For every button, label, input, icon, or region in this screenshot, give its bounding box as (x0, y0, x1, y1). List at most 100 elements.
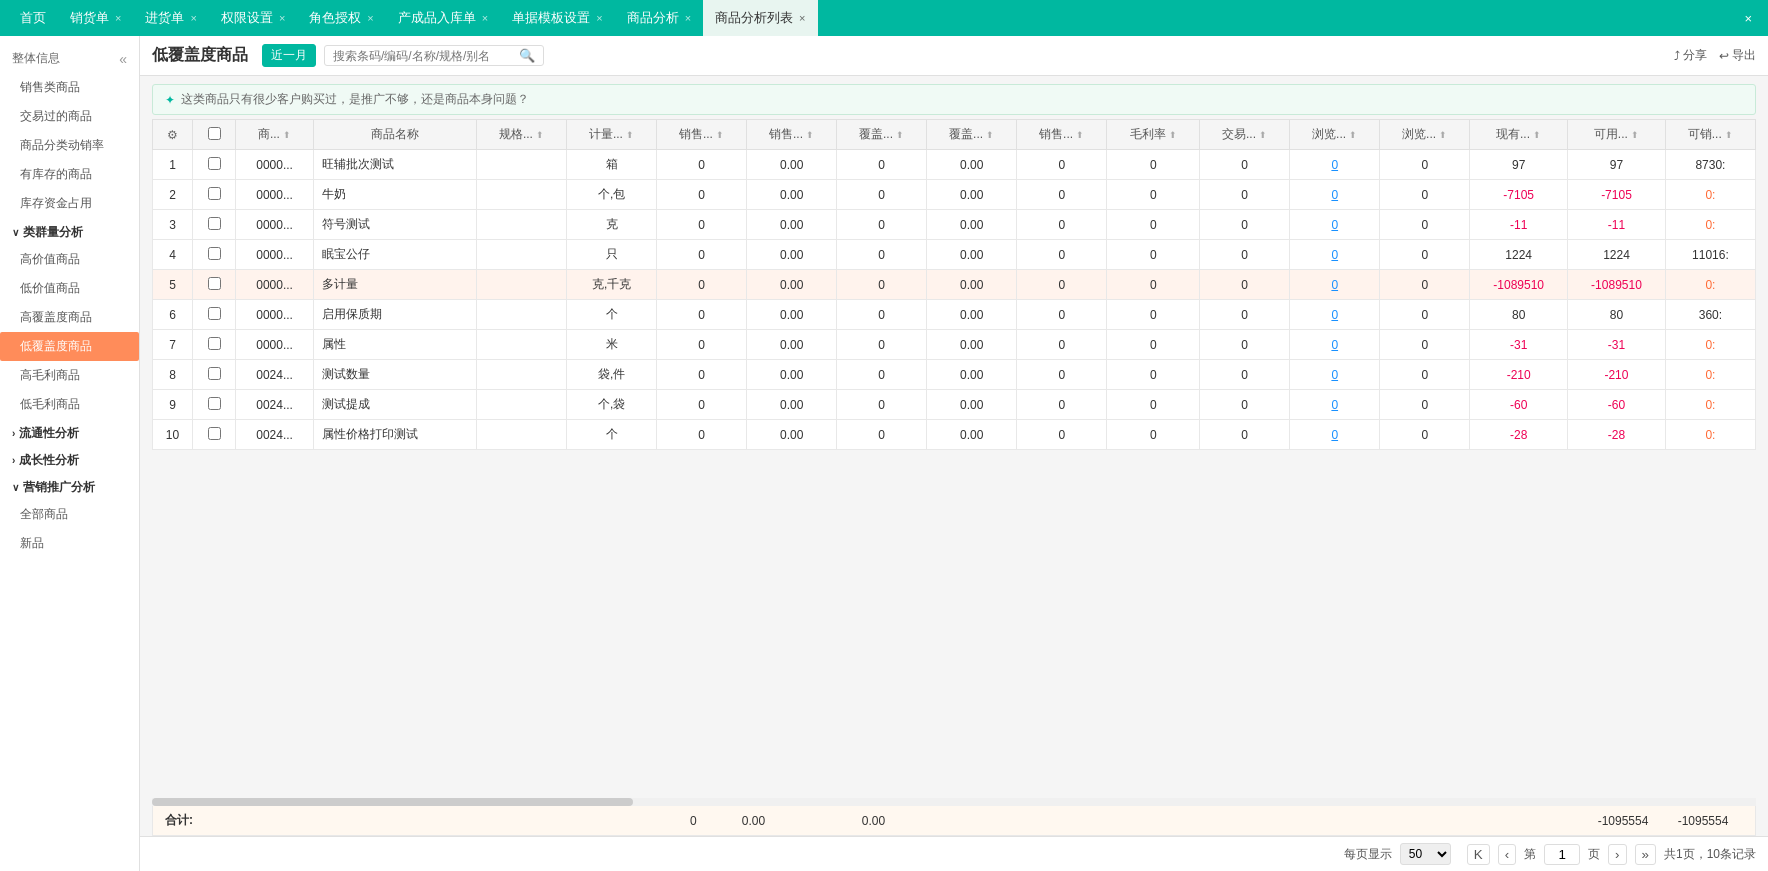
close-all-button[interactable]: × (1736, 11, 1760, 26)
row-checkbox[interactable] (193, 360, 236, 390)
row-checkbox[interactable] (193, 300, 236, 330)
nav-product-entry[interactable]: 产成品入库单 × (386, 0, 500, 36)
row-browse1[interactable]: 0 (1290, 210, 1380, 240)
column-trade[interactable]: 交易... ⬆ (1200, 120, 1290, 150)
time-filter-button[interactable]: 近一月 (262, 44, 316, 67)
sidebar-item-low-value[interactable]: 低价值商品 (0, 274, 139, 303)
sidebar-item-all-goods[interactable]: 全部商品 (0, 500, 139, 529)
column-spec[interactable]: 规格... ⬆ (477, 120, 567, 150)
column-available[interactable]: 可用... ⬆ (1568, 120, 1666, 150)
sidebar-item-category-rate[interactable]: 商品分类动销率 (0, 131, 139, 160)
row-select-checkbox[interactable] (208, 187, 221, 200)
last-page-button[interactable]: » (1635, 844, 1656, 865)
row-spec (477, 300, 567, 330)
sidebar-item-new-goods[interactable]: 新品 (0, 529, 139, 558)
row-browse1[interactable]: 0 (1290, 360, 1380, 390)
close-icon[interactable]: × (799, 12, 805, 24)
column-current[interactable]: 现有... ⬆ (1470, 120, 1568, 150)
nav-product-analysis-list[interactable]: 商品分析列表 × (703, 0, 817, 36)
export-button[interactable]: ↩ 导出 (1719, 47, 1756, 64)
close-icon[interactable]: × (367, 12, 373, 24)
sidebar-item-low-margin[interactable]: 低毛利商品 (0, 390, 139, 419)
close-icon[interactable]: × (685, 12, 691, 24)
close-icon[interactable]: × (190, 12, 196, 24)
row-browse1[interactable]: 0 (1290, 150, 1380, 180)
column-browse1[interactable]: 浏览... ⬆ (1290, 120, 1380, 150)
column-margin[interactable]: 毛利率 ⬆ (1107, 120, 1200, 150)
row-select-checkbox[interactable] (208, 367, 221, 380)
row-select-checkbox[interactable] (208, 337, 221, 350)
column-sellable[interactable]: 可销... ⬆ (1665, 120, 1755, 150)
close-icon[interactable]: × (482, 12, 488, 24)
sidebar-item-high-coverage[interactable]: 高覆盖度商品 (0, 303, 139, 332)
column-unit[interactable]: 计量... ⬆ (567, 120, 657, 150)
row-browse1[interactable]: 0 (1290, 180, 1380, 210)
scrollbar-thumb[interactable] (152, 798, 633, 806)
sidebar-section-marketing[interactable]: ∨ 营销推广分析 (0, 473, 139, 500)
horizontal-scrollbar[interactable] (152, 798, 1756, 806)
sidebar-section-cluster[interactable]: ∨ 类群量分析 (0, 218, 139, 245)
per-page-select[interactable]: 50 20 100 200 (1400, 843, 1451, 865)
sidebar-collapse-toggle[interactable]: 整体信息 « (0, 44, 139, 73)
column-settings-icon[interactable]: ⚙ (153, 120, 193, 150)
sidebar-item-high-margin[interactable]: 高毛利商品 (0, 361, 139, 390)
first-page-button[interactable]: K (1467, 844, 1490, 865)
row-browse1[interactable]: 0 (1290, 300, 1380, 330)
prev-page-button[interactable]: ‹ (1498, 844, 1516, 865)
nav-sales[interactable]: 销货单 × (58, 0, 133, 36)
row-checkbox[interactable] (193, 270, 236, 300)
close-icon[interactable]: × (279, 12, 285, 24)
column-cover1[interactable]: 覆盖... ⬆ (837, 120, 927, 150)
column-sales3[interactable]: 销售... ⬆ (1017, 120, 1107, 150)
row-checkbox[interactable] (193, 330, 236, 360)
column-code[interactable]: 商... ⬆ (236, 120, 314, 150)
column-name[interactable]: 商品名称 (313, 120, 476, 150)
row-browse1[interactable]: 0 (1290, 330, 1380, 360)
row-select-checkbox[interactable] (208, 277, 221, 290)
row-checkbox[interactable] (193, 150, 236, 180)
row-browse1[interactable]: 0 (1290, 420, 1380, 450)
sidebar-item-stocked-goods[interactable]: 有库存的商品 (0, 160, 139, 189)
close-icon[interactable]: × (596, 12, 602, 24)
column-browse2[interactable]: 浏览... ⬆ (1380, 120, 1470, 150)
nav-home[interactable]: 首页 (8, 0, 58, 36)
row-select-checkbox[interactable] (208, 397, 221, 410)
row-select-checkbox[interactable] (208, 157, 221, 170)
column-cover2[interactable]: 覆盖... ⬆ (927, 120, 1017, 150)
row-code: 0024... (236, 390, 314, 420)
sidebar-item-traded-goods[interactable]: 交易过的商品 (0, 102, 139, 131)
row-checkbox[interactable] (193, 390, 236, 420)
sidebar-section-flow[interactable]: › 流通性分析 (0, 419, 139, 446)
row-select-checkbox[interactable] (208, 427, 221, 440)
next-page-button[interactable]: › (1608, 844, 1626, 865)
sidebar-section-growth[interactable]: › 成长性分析 (0, 446, 139, 473)
row-checkbox[interactable] (193, 240, 236, 270)
row-checkbox[interactable] (193, 210, 236, 240)
row-select-checkbox[interactable] (208, 247, 221, 260)
nav-role[interactable]: 角色授权 × (297, 0, 385, 36)
row-browse1[interactable]: 0 (1290, 390, 1380, 420)
nav-permission[interactable]: 权限设置 × (209, 0, 297, 36)
row-select-checkbox[interactable] (208, 307, 221, 320)
row-browse2: 0 (1380, 270, 1470, 300)
nav-product-analysis[interactable]: 商品分析 × (615, 0, 703, 36)
sidebar-item-inventory-capital[interactable]: 库存资金占用 (0, 189, 139, 218)
table-wrapper[interactable]: ⚙ 商... ⬆ 商品名称 规格... ⬆ 计量... ⬆ 销售... ⬆ 销售… (152, 119, 1756, 798)
page-number-input[interactable] (1544, 844, 1580, 865)
row-select-checkbox[interactable] (208, 217, 221, 230)
share-button[interactable]: ⤴ 分享 (1674, 47, 1707, 64)
column-sales-amt[interactable]: 销售... ⬆ (747, 120, 837, 150)
row-browse1[interactable]: 0 (1290, 270, 1380, 300)
nav-purchase[interactable]: 进货单 × (133, 0, 208, 36)
sidebar-item-low-coverage[interactable]: 低覆盖度商品 (0, 332, 139, 361)
sidebar-item-sales-goods[interactable]: 销售类商品 (0, 73, 139, 102)
column-sales-qty[interactable]: 销售... ⬆ (657, 120, 747, 150)
close-icon[interactable]: × (115, 12, 121, 24)
row-browse1[interactable]: 0 (1290, 240, 1380, 270)
sidebar-item-high-value[interactable]: 高价值商品 (0, 245, 139, 274)
search-input[interactable] (333, 49, 519, 63)
select-all-checkbox[interactable] (208, 127, 221, 140)
row-checkbox[interactable] (193, 420, 236, 450)
row-checkbox[interactable] (193, 180, 236, 210)
nav-template[interactable]: 单据模板设置 × (500, 0, 614, 36)
